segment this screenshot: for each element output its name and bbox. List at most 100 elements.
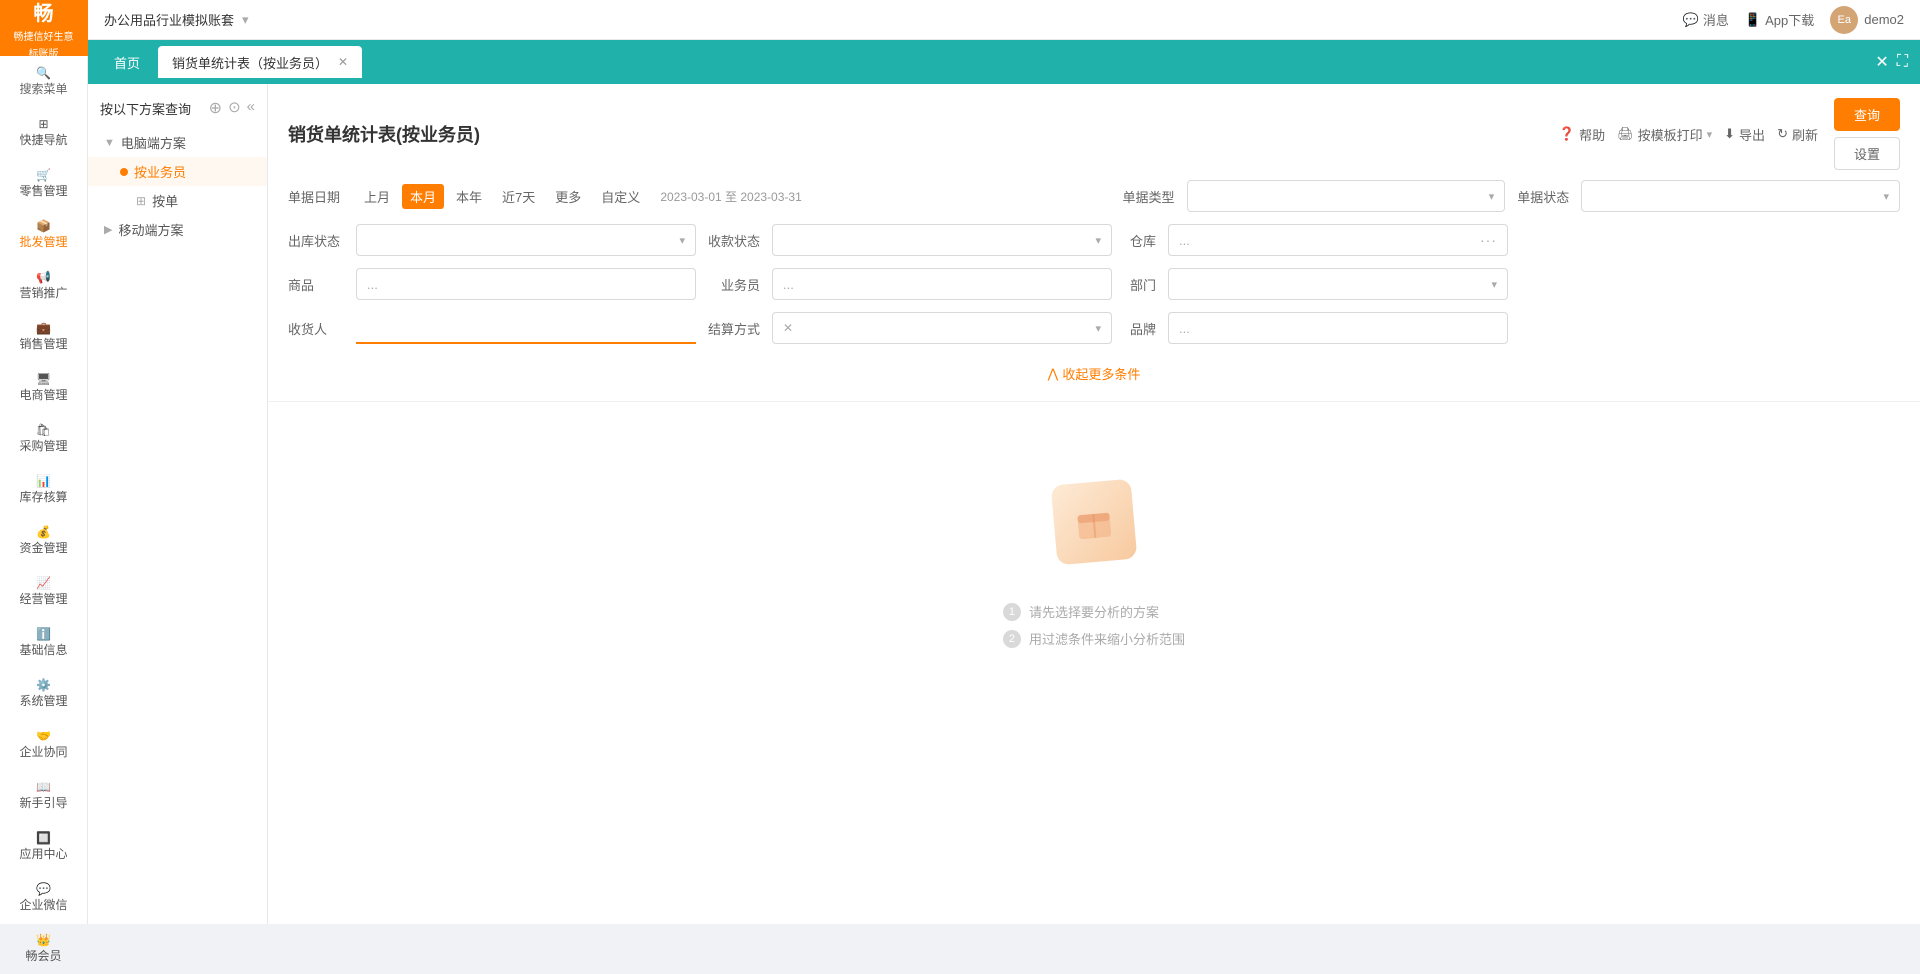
warehouse-dots-icon: ···: [1480, 232, 1497, 248]
goods-select-value: ...: [367, 277, 378, 292]
refresh-btn[interactable]: ↻ 刷新: [1777, 125, 1818, 144]
tab-bar-right: ✕ ⛶: [1875, 52, 1908, 72]
hint1-num: 1: [1003, 603, 1021, 621]
tree-node-label: 电脑端方案: [121, 133, 186, 152]
sidebar-item-wechat[interactable]: 💬 企业微信: [0, 872, 88, 923]
tree-child-salesperson[interactable]: 按业务员: [88, 157, 267, 186]
sidebar-item-vip[interactable]: 👑 畅会员: [0, 923, 88, 974]
page-action-area: ❓ 帮助 🖨 按模板打印 ▾ ⬇ 导出 ↻: [1559, 98, 1900, 170]
sidebar-item-label: 系统管理: [19, 692, 67, 709]
dept-select[interactable]: ▾: [1168, 268, 1508, 300]
tab-home[interactable]: 首页: [100, 46, 154, 78]
status-select-arrow-icon: ▾: [1883, 190, 1889, 203]
tab-close-icon[interactable]: ✕: [338, 55, 348, 69]
dept-arrow-icon: ▾: [1491, 278, 1497, 291]
sidebar-item-label: 销售管理: [19, 335, 67, 352]
help-icon: ❓: [1559, 126, 1575, 142]
lph-actions: ⊕ ⊙ «: [209, 98, 255, 118]
sidebar-item-retail[interactable]: 🛒 零售管理: [0, 158, 88, 209]
settlement-select[interactable]: ✕ ▾: [772, 312, 1112, 344]
type-label: 单据类型: [1122, 187, 1174, 206]
goods-select[interactable]: ...: [356, 268, 696, 300]
receiver-input[interactable]: [356, 312, 696, 344]
box-svg: [1068, 496, 1120, 548]
operations-icon: 📈: [36, 576, 51, 590]
sidebar-item-wholesale[interactable]: 📦 批发管理: [0, 209, 88, 260]
sidebar-item-label: 基础信息: [19, 641, 67, 658]
home-tab-label: 首页: [114, 53, 140, 72]
wholesale-icon: 📦: [36, 219, 51, 233]
sidebar-item-finance[interactable]: 💰 资金管理: [0, 515, 88, 566]
tree-child-by-order[interactable]: ⊞ 按单: [88, 186, 267, 215]
query-button[interactable]: 查询: [1834, 98, 1900, 131]
type-select-arrow-icon: ▾: [1489, 190, 1495, 203]
date-btn-last-month[interactable]: 上月: [356, 184, 398, 209]
payment-select[interactable]: ▾: [772, 224, 1112, 256]
add-scheme-icon[interactable]: ⊕: [209, 98, 222, 118]
salesperson-select-value: ...: [783, 277, 794, 292]
salesperson-select[interactable]: ...: [772, 268, 1112, 300]
message-btn[interactable]: 💬 消息: [1683, 10, 1729, 29]
sidebar-logo: 畅 畅捷信好生意 标账版: [0, 0, 88, 56]
user-profile[interactable]: Ea demo2: [1830, 6, 1904, 34]
date-label: 单据日期: [288, 187, 344, 206]
logo-icon: 畅: [34, 0, 54, 26]
settings-scheme-icon[interactable]: ⊙: [228, 98, 241, 118]
sidebar-item-operations[interactable]: 📈 经营管理: [0, 566, 88, 617]
username-label: demo2: [1864, 12, 1904, 27]
settlement-clear-icon[interactable]: ✕: [783, 321, 793, 335]
message-icon: 💬: [1683, 12, 1699, 28]
outbound-select[interactable]: ▾: [356, 224, 696, 256]
date-btn-this-year[interactable]: 本年: [448, 184, 490, 209]
date-btn-custom[interactable]: 自定义: [593, 184, 648, 209]
sidebar-item-guide[interactable]: 📖 新手引导: [0, 770, 88, 821]
sidebar-item-purchase[interactable]: 🛍 采购管理: [0, 413, 88, 464]
date-btn-more[interactable]: 更多: [547, 184, 589, 209]
sidebar-item-label: 新手引导: [19, 794, 67, 811]
print-btn[interactable]: 🖨 按模板打印 ▾: [1617, 125, 1712, 144]
type-select[interactable]: ▾: [1187, 180, 1506, 212]
tab-expand-icon[interactable]: ⛶: [1897, 53, 1908, 71]
sidebar-item-enterprise[interactable]: 🤝 企业协同: [0, 719, 88, 770]
tree-node-mobile[interactable]: ▶ 移动端方案: [88, 215, 267, 244]
brand-select-value: ...: [1179, 321, 1190, 336]
outbound-arrow-icon: ▾: [679, 234, 685, 247]
page-title-bar: 销货单统计表(按业务员) ❓ 帮助 🖨 按模板打印 ▾ ⬇: [268, 84, 1920, 180]
sidebar-item-label: 资金管理: [19, 539, 67, 556]
sidebar-search[interactable]: 🔍 搜索菜单: [19, 56, 67, 107]
brand-select[interactable]: ...: [1168, 312, 1508, 344]
collapse-panel-icon[interactable]: «: [247, 98, 255, 118]
help-btn[interactable]: ❓ 帮助: [1559, 125, 1605, 144]
sidebar-item-label: 零售管理: [19, 182, 67, 199]
content-area: 按以下方案查询 ⊕ ⊙ « ▼ 电脑端方案 按业务员 ⊞ 按单: [88, 84, 1920, 924]
tree-node-desktop[interactable]: ▼ 电脑端方案: [88, 128, 267, 157]
tab-sales-stat[interactable]: 销货单统计表（按业务员） ✕: [158, 46, 362, 78]
date-btn-7days[interactable]: 近7天: [494, 184, 543, 209]
sidebar-item-appstore[interactable]: 🔲 应用中心: [0, 821, 88, 872]
tree-arrow-down-icon: ▼: [104, 137, 115, 149]
help-label: 帮助: [1579, 125, 1605, 144]
sidebar-item-sales[interactable]: 💼 销售管理: [0, 311, 88, 362]
app-download-btn[interactable]: 📱 App下载: [1745, 10, 1814, 29]
sidebar-item-basic[interactable]: ℹ️ 基础信息: [0, 617, 88, 668]
setting-button[interactable]: 设置: [1834, 137, 1900, 170]
date-btn-this-month[interactable]: 本月: [402, 184, 444, 209]
appstore-icon: 🔲: [36, 831, 51, 845]
sidebar-item-system[interactable]: ⚙️ 系统管理: [0, 668, 88, 719]
status-select[interactable]: ▾: [1581, 180, 1900, 212]
sidebar-item-label: 营销推广: [19, 284, 67, 301]
filter-row-goods: 商品 ... 业务员 ... 部门 ▾: [288, 268, 1900, 300]
outbound-label: 出库状态: [288, 231, 344, 250]
sidebar-item-inventory[interactable]: 📊 库存核算: [0, 464, 88, 515]
export-btn[interactable]: ⬇ 导出: [1724, 125, 1765, 144]
tab-close-all-icon[interactable]: ✕: [1875, 52, 1888, 72]
collapse-btn[interactable]: ⋀ 收起更多条件: [288, 356, 1900, 391]
sidebar-item-marketing[interactable]: 📢 营销推广: [0, 260, 88, 311]
sidebar-item-nav[interactable]: ⊞ 快捷导航: [0, 107, 88, 158]
warehouse-select[interactable]: ... ···: [1168, 224, 1508, 256]
sidebar-item-ecommerce[interactable]: 🖥 电商管理: [0, 362, 88, 413]
download-icon: 📱: [1745, 12, 1761, 28]
app-selector[interactable]: 办公用品行业模拟账套: [104, 10, 234, 29]
sidebar-item-label: 批发管理: [19, 233, 67, 250]
left-panel-tree: ▼ 电脑端方案 按业务员 ⊞ 按单 ▶ 移动端方案: [88, 124, 267, 248]
